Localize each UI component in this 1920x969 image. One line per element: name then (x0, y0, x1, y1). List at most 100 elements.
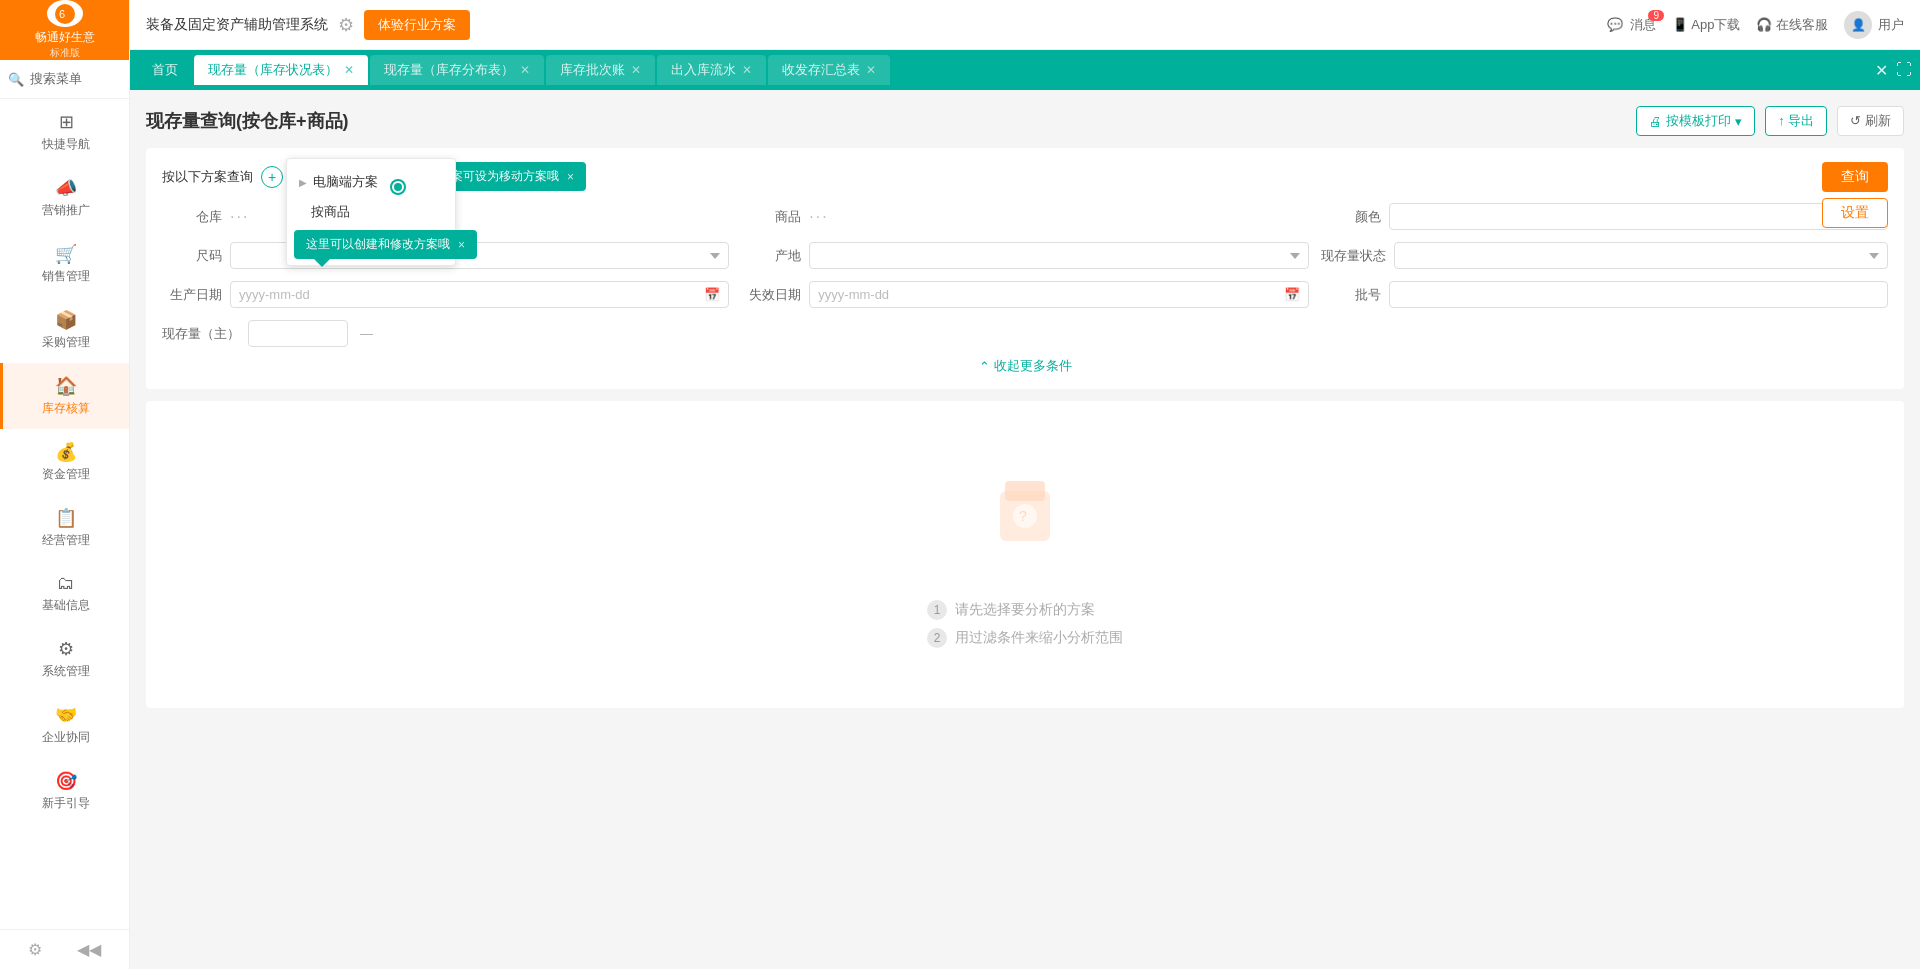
refresh-btn[interactable]: ↺ 刷新 (1837, 106, 1904, 136)
sidebar-item-sales[interactable]: 🛒 销售管理 (0, 231, 129, 297)
tab-batch-ledger[interactable]: 库存批次账 ✕ (546, 55, 655, 85)
sidebar-item-system[interactable]: ⚙ 系统管理 (0, 626, 129, 692)
nav-label: 经营管理 (42, 532, 90, 549)
svg-text:?: ? (1019, 508, 1027, 524)
sidebar-bottom: ⚙ ◀◀ (0, 929, 129, 969)
tab-inout-flow[interactable]: 出入库流水 ✕ (657, 55, 766, 85)
tab-inout-label: 出入库流水 (671, 61, 736, 79)
origin-label: 产地 (741, 247, 801, 265)
collapse-bar[interactable]: ⌃ 收起更多条件 (162, 357, 1888, 375)
sidebar-item-operations[interactable]: 📋 经营管理 (0, 495, 129, 561)
empty-state: ? 1 请先选择要分析的方案 2 用过滤条件来缩小分析范围 (146, 401, 1904, 708)
filter-row-4: 现存量（主） — (162, 320, 1888, 347)
header-right: 💬 9 消息 📱 App下载 🎧 在线客服 👤 用户 (1607, 11, 1904, 39)
scheme-tooltip2-close[interactable]: × (458, 238, 465, 252)
stock-status-select[interactable] (1394, 242, 1888, 269)
sidebar-item-marketing[interactable]: 📣 营销推广 (0, 165, 129, 231)
sidebar-item-quick-nav[interactable]: ⊞ 快捷导航 (0, 99, 129, 165)
tab-bar: 首页 现存量（库存状况表） ✕ 现存量（库存分布表） ✕ 库存批次账 ✕ 出入库… (130, 50, 1920, 90)
filter-field-origin: 产地 (741, 242, 1308, 269)
header-settings-icon[interactable]: ⚙ (338, 14, 354, 36)
user-avatar: 👤 (1844, 11, 1872, 39)
sidebar-item-basic[interactable]: 🗂 基础信息 (0, 561, 129, 626)
scheme-pc-default[interactable]: 按商品 (287, 197, 455, 227)
tab-collect-label: 收发存汇总表 (782, 61, 860, 79)
warehouse-label: 仓库 (162, 208, 222, 226)
arrow-icon: ▶ (299, 177, 307, 188)
search-icon: 🔍 (8, 72, 24, 87)
tab-stock-status-label: 现存量（库存状况表） (208, 61, 338, 79)
template-print-btn[interactable]: 🖨 按模板打印 ▾ (1636, 106, 1755, 136)
sidebar-item-enterprise[interactable]: 🤝 企业协同 (0, 692, 129, 758)
search-btn[interactable]: 查询 (1822, 162, 1888, 192)
online-service-label: 在线客服 (1776, 17, 1828, 32)
system-icon: ⚙ (58, 638, 74, 660)
reset-btn[interactable]: 设置 (1822, 198, 1888, 228)
sidebar-logo: 6 畅通好生意 标准版 (0, 0, 129, 60)
expire-date-input[interactable]: yyyy-mm-dd 📅 (809, 281, 1308, 308)
notification-bell[interactable]: 💬 9 消息 (1607, 16, 1657, 34)
collapse-sidebar-icon[interactable]: ◀◀ (77, 940, 101, 959)
origin-select[interactable] (809, 242, 1308, 269)
guide-icon: 🎯 (55, 770, 77, 792)
hint-num-1: 1 (927, 600, 947, 620)
tab-batch-close[interactable]: ✕ (631, 63, 641, 77)
enterprise-icon: 🤝 (55, 704, 77, 726)
expire-date-label: 失效日期 (741, 286, 801, 304)
sidebar-search[interactable]: 🔍 搜索菜单 (0, 60, 129, 99)
tab-collect-close[interactable]: ✕ (866, 63, 876, 77)
page-title: 现存量查询(按仓库+商品) (146, 109, 349, 133)
tab-inout-close[interactable]: ✕ (742, 63, 752, 77)
filter-field-color: 颜色 (1321, 203, 1888, 230)
sidebar-item-guide[interactable]: 🎯 新手引导 (0, 758, 129, 824)
tab-collect-summary[interactable]: 收发存汇总表 ✕ (768, 55, 890, 85)
svg-rect-3 (1005, 481, 1045, 501)
finance-icon: 💰 (55, 441, 77, 463)
produce-date-placeholder: yyyy-mm-dd (239, 287, 310, 302)
refresh-label: 刷新 (1865, 113, 1891, 128)
page-actions: 🖨 按模板打印 ▾ ↑ 导出 ↺ 刷新 (1636, 106, 1904, 136)
sidebar-nav: ⊞ 快捷导航 📣 营销推广 🛒 销售管理 📦 采购管理 🏠 库存核算 💰 资金管… (0, 99, 129, 929)
stock-main-from[interactable] (248, 320, 348, 347)
logo-text: 畅通好生意 (35, 29, 95, 46)
scheme-tooltip-close[interactable]: × (567, 170, 574, 184)
tab-stock-status[interactable]: 现存量（库存状况表） ✕ (194, 55, 368, 85)
scheme-pc-folder[interactable]: ▶ 电脑端方案 (287, 167, 455, 197)
size-label: 尺码 (162, 247, 222, 265)
notification-badge: 9 (1648, 10, 1664, 21)
export-icon: ↑ (1778, 113, 1785, 128)
color-label: 颜色 (1321, 208, 1381, 226)
sidebar-item-finance[interactable]: 💰 资金管理 (0, 429, 129, 495)
tab-stock-dist-label: 现存量（库存分布表） (384, 61, 514, 79)
tab-stock-dist[interactable]: 现存量（库存分布表） ✕ (370, 55, 544, 85)
produce-date-input[interactable]: yyyy-mm-dd 📅 (230, 281, 729, 308)
sidebar-item-purchase[interactable]: 📦 采购管理 (0, 297, 129, 363)
nav-label: 系统管理 (42, 663, 90, 680)
filter-panel: 按以下方案查询 + ✎ ← ▶ 电脑端方案 按商品 ▶ (146, 148, 1904, 389)
tab-close-all[interactable]: ✕ (1875, 61, 1888, 80)
industry-btn[interactable]: 体验行业方案 (364, 10, 470, 40)
calendar-icon1: 📅 (704, 287, 720, 302)
batch-input[interactable] (1389, 281, 1888, 308)
empty-illustration: ? (975, 461, 1075, 580)
tab-stock-status-close[interactable]: ✕ (344, 63, 354, 77)
filter-field-stock-main: 现存量（主） — (162, 320, 729, 347)
add-scheme-btn[interactable]: + (261, 166, 283, 188)
user-menu[interactable]: 👤 用户 (1844, 11, 1904, 39)
color-select[interactable] (1389, 203, 1888, 230)
goods-dots[interactable]: ··· (809, 208, 828, 226)
warehouse-dots[interactable]: ··· (230, 208, 249, 226)
export-btn[interactable]: ↑ 导出 (1765, 106, 1827, 136)
tab-stock-dist-close[interactable]: ✕ (520, 63, 530, 77)
tab-fullscreen[interactable]: ⛶ (1896, 61, 1912, 80)
tab-home[interactable]: 首页 (138, 55, 192, 85)
filter-row-3: 生产日期 yyyy-mm-dd 📅 失效日期 yyyy-mm-dd 📅 (162, 281, 1888, 308)
nav-label: 基础信息 (42, 597, 90, 614)
filter-header-label: 按以下方案查询 (162, 168, 253, 186)
online-service[interactable]: 🎧 在线客服 (1756, 16, 1828, 34)
sidebar-item-inventory[interactable]: 🏠 库存核算 (0, 363, 129, 429)
tab-batch-label: 库存批次账 (560, 61, 625, 79)
app-download[interactable]: 📱 App下载 (1672, 16, 1740, 34)
settings-icon[interactable]: ⚙ (28, 940, 42, 959)
nav-label: 企业协同 (42, 729, 90, 746)
